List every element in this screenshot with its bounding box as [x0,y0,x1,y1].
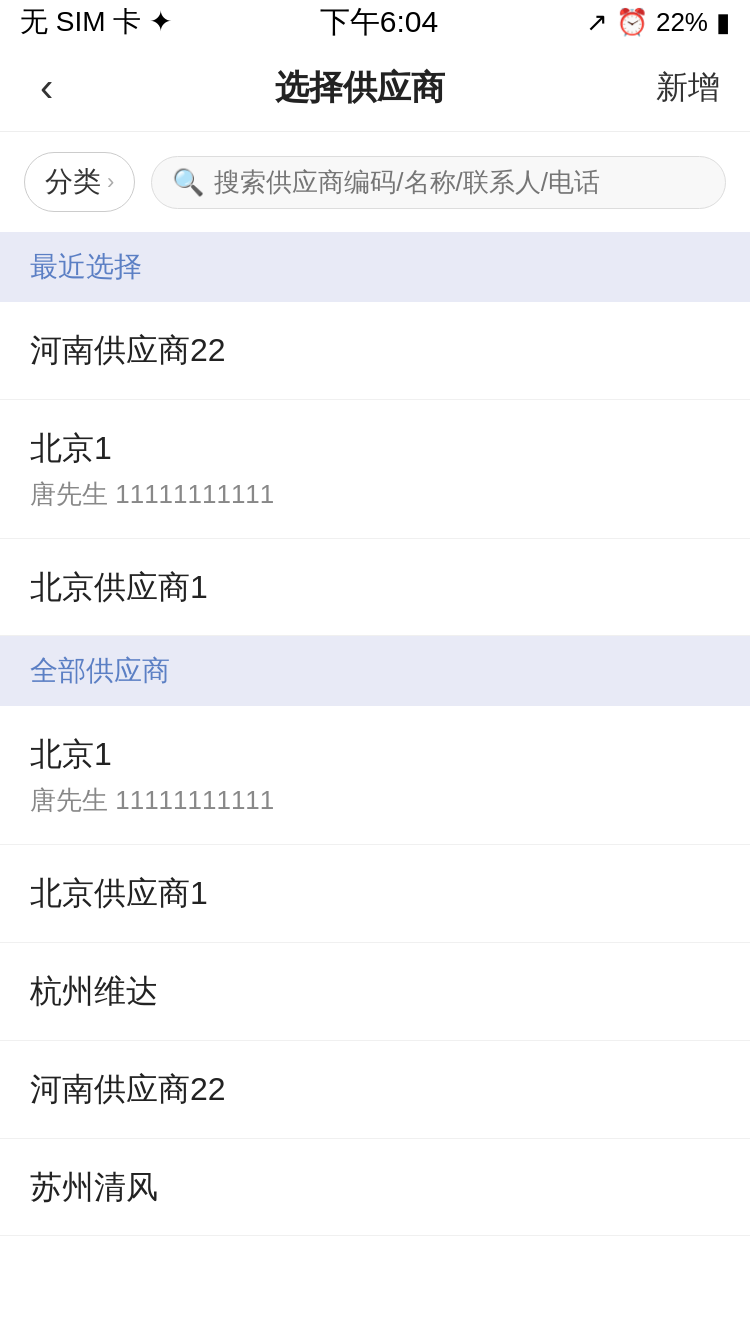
item-name: 河南供应商22 [30,328,720,373]
search-icon: 🔍 [172,167,204,198]
item-name: 北京供应商1 [30,565,720,610]
item-sub: 唐先生 11111111111 [30,783,720,818]
section-header-text-all: 全部供应商 [30,655,170,686]
back-button[interactable]: ‹ [30,55,63,120]
chevron-right-icon: › [107,169,114,195]
section-header-all: 全部供应商 [0,636,750,706]
alarm-icon: ⏰ [616,7,648,38]
category-button[interactable]: 分类 › [24,152,135,212]
status-left: 无 SIM 卡 ✦ [20,3,172,41]
item-name: 河南供应商22 [30,1067,720,1112]
filter-row: 分类 › 🔍 [0,132,750,232]
status-bar: 无 SIM 卡 ✦ 下午6:04 ↗ ⏰ 22% ▮ [0,0,750,44]
item-sub: 唐先生 11111111111 [30,477,720,512]
list-container: 最近选择河南供应商22 北京1 唐先生 11111111111 北京供应商1 全部供应商… [0,232,750,1236]
item-name: 苏州清风 [30,1165,720,1210]
category-label: 分类 [45,163,101,201]
section-header-recent: 最近选择 [0,232,750,302]
search-input[interactable] [214,167,705,198]
list-item[interactable]: 北京供应商1 [0,539,750,637]
nav-bar: ‹ 选择供应商 新增 [0,44,750,132]
status-right: ↗ ⏰ 22% ▮ [586,7,730,38]
list-item[interactable]: 河南供应商22 [0,1041,750,1139]
search-bar: 🔍 [151,156,726,209]
list-item[interactable]: 北京1 唐先生 11111111111 [0,400,750,539]
status-time: 下午6:04 [320,2,438,43]
battery-icon: ▮ [716,7,730,38]
item-name: 北京供应商1 [30,871,720,916]
item-name: 北京1 [30,732,720,777]
battery-level: 22% [656,7,708,38]
list-item[interactable]: 北京1 唐先生 11111111111 [0,706,750,845]
item-name: 北京1 [30,426,720,471]
list-item[interactable]: 苏州清风 [0,1139,750,1237]
section-header-text-recent: 最近选择 [30,251,142,282]
location-icon: ↗ [586,7,608,38]
new-button[interactable]: 新增 [656,66,720,110]
page-title: 选择供应商 [275,65,445,111]
list-item[interactable]: 杭州维达 [0,943,750,1041]
item-name: 杭州维达 [30,969,720,1014]
list-item[interactable]: 北京供应商1 [0,845,750,943]
list-item[interactable]: 河南供应商22 [0,302,750,400]
